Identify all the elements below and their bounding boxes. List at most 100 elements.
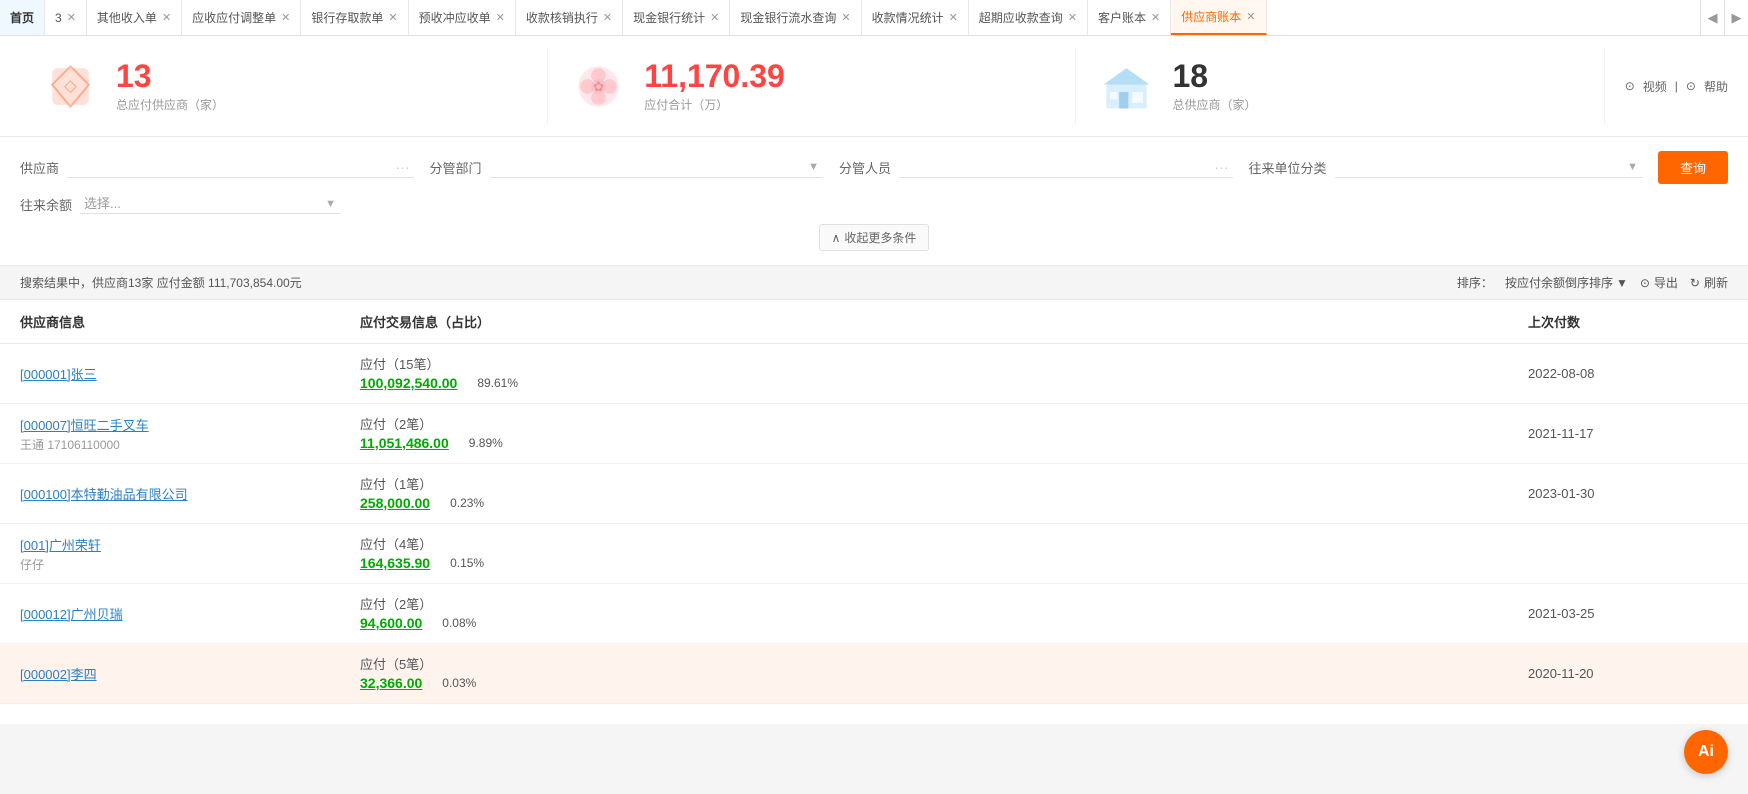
nav-tab-bank-deposit[interactable]: 银行存取款单 ✕	[301, 0, 408, 35]
cash-flow-close[interactable]: ✕	[841, 11, 850, 24]
trans-amount-2[interactable]: 258,000.00	[360, 495, 430, 511]
other-income-close[interactable]: ✕	[162, 11, 171, 24]
other-income-label: 其他收入单	[97, 9, 157, 26]
receipt-stat-close[interactable]: ✕	[949, 11, 958, 24]
table-row: [000100]本特勤油品有限公司 应付（1笔） 258,000.00 0.23…	[0, 464, 1748, 524]
header-transaction-label: 应付交易信息（占比）	[360, 315, 490, 330]
help-link[interactable]: 帮助	[1704, 78, 1728, 95]
nav-tab-home[interactable]: 首页	[0, 0, 45, 35]
lastpay-date-0: 2022-08-08	[1528, 366, 1595, 381]
tab3-label: 3	[55, 11, 62, 25]
stat-icon-store	[1096, 56, 1156, 116]
nav-tab-3[interactable]: 3 ✕	[45, 0, 87, 35]
header-supplier-label: 供应商信息	[20, 315, 85, 330]
trans-amount-4[interactable]: 94,600.00	[360, 615, 422, 631]
payment-verify-close[interactable]: ✕	[603, 11, 612, 24]
stat-icon-diamond: ◇	[40, 56, 100, 116]
table-row: [000002]李四 应付（5笔） 32,366.00 0.03% 2020-1…	[0, 644, 1748, 704]
result-text1: 搜索结果中，供应商13家	[20, 276, 153, 290]
filter-supplier: 供应商 ···	[20, 157, 414, 178]
supplier-link-2[interactable]: [000100]本特勤油品有限公司	[20, 484, 360, 503]
person-label: 分管人员	[839, 158, 891, 177]
category-select[interactable]	[1339, 160, 1628, 175]
bank-deposit-close[interactable]: ✕	[388, 11, 397, 24]
prepay-ar-label: 预收冲应收单	[419, 9, 491, 26]
export-button[interactable]: ⊙ 导出	[1640, 274, 1678, 291]
payment-verify-label: 收款核销执行	[526, 9, 598, 26]
collapse-label: 收起更多条件	[844, 229, 916, 246]
trans-amount-row-0: 100,092,540.00 89.61%	[360, 375, 1528, 391]
refresh-label: 刷新	[1704, 274, 1728, 291]
nav-prev-arrow[interactable]: ◀	[1700, 0, 1724, 36]
video-link[interactable]: 视频	[1643, 78, 1667, 95]
refresh-button[interactable]: ↻ 刷新	[1690, 274, 1728, 291]
cash-stat-label: 现金银行统计	[633, 9, 705, 26]
nav-tab-overdue-ar[interactable]: 超期应收款查询 ✕	[969, 0, 1088, 35]
supplier-dots-icon[interactable]: ···	[396, 159, 410, 175]
supplier-link-3[interactable]: [001]广州荣轩	[20, 535, 360, 554]
stat-number-payable: 13	[116, 60, 224, 92]
stat-block-total-suppliers: 18 总供应商（家）	[1076, 48, 1604, 124]
nav-tab-other-income[interactable]: 其他收入单 ✕	[87, 0, 182, 35]
stats-bar: ◇ 13 总应付供应商（家） ✿ 11,170.39 应付合计（万）	[0, 36, 1748, 137]
nav-tab-payment-verify[interactable]: 收款核销执行 ✕	[516, 0, 623, 35]
trans-amount-row-2: 258,000.00 0.23%	[360, 495, 1528, 511]
cash-stat-close[interactable]: ✕	[710, 11, 719, 24]
trans-row-2: 应付（1笔）	[360, 474, 1528, 493]
supplier-link-0[interactable]: [000001]张三	[20, 364, 360, 383]
supplier-link-1[interactable]: [000007]恒旺二手叉车	[20, 415, 360, 434]
supplier-link-4[interactable]: [000012]广州贝瑞	[20, 604, 360, 623]
customer-ledger-close[interactable]: ✕	[1151, 11, 1160, 24]
cell-lastpay-3	[1528, 534, 1728, 573]
nav-tab-cash-stat[interactable]: 现金银行统计 ✕	[623, 0, 730, 35]
table-row: [001]广州荣轩 仔仔 应付（4笔） 164,635.90 0.15%	[0, 524, 1748, 584]
dept-select[interactable]	[494, 160, 809, 175]
prepay-ar-close[interactable]: ✕	[496, 11, 505, 24]
nav-tab-customer-ledger[interactable]: 客户账本 ✕	[1088, 0, 1171, 35]
cell-lastpay-2: 2023-01-30	[1528, 474, 1728, 513]
sort-button[interactable]: 按应付余额倒序排序 ▼	[1505, 274, 1628, 291]
link-divider: |	[1675, 79, 1678, 93]
nav-tab-cash-flow[interactable]: 现金银行流水查询 ✕	[730, 0, 861, 35]
header-lastpay-label: 上次付数	[1528, 315, 1580, 330]
trans-row-5: 应付（5笔）	[360, 654, 1528, 673]
ar-ap-adjust-close[interactable]: ✕	[281, 11, 290, 24]
category-chevron-icon: ▼	[1627, 161, 1638, 173]
trans-amount-0[interactable]: 100,092,540.00	[360, 375, 457, 391]
nav-next-arrow[interactable]: ▶	[1724, 0, 1748, 36]
filter-category: 往来单位分类 ▼	[1249, 158, 1643, 178]
nav-tab-ar-ap-adjust[interactable]: 应收应付调整单 ✕	[182, 0, 301, 35]
supplier-input[interactable]	[71, 160, 395, 175]
top-right-links: ⊙ 视频 | ⊙ 帮助	[1605, 78, 1728, 95]
ai-button[interactable]: Ai	[1684, 730, 1728, 774]
trans-amount-3[interactable]: 164,635.90	[360, 555, 430, 571]
overdue-ar-close[interactable]: ✕	[1068, 11, 1077, 24]
dept-chevron-icon: ▼	[808, 161, 819, 173]
nav-tab-supplier-ledger[interactable]: 供应商账本 ✕	[1171, 0, 1266, 35]
cell-supplier-1: [000007]恒旺二手叉车 王通 17106110000	[20, 414, 360, 453]
stat-content-payable: 13 总应付供应商（家）	[116, 60, 224, 113]
collapse-button[interactable]: ∧ 收起更多条件	[819, 224, 930, 251]
tab3-close[interactable]: ✕	[67, 11, 76, 24]
trans-label-3: 应付（4笔）	[360, 534, 432, 553]
cell-supplier-0: [000001]张三	[20, 354, 360, 393]
trans-row-3: 应付（4笔）	[360, 534, 1528, 553]
supplier-link-5[interactable]: [000002]李四	[20, 664, 360, 683]
table-rows-container: [000001]张三 应付（15笔） 100,092,540.00 89.61%…	[0, 344, 1748, 704]
stat-block-payable-total: ✿ 11,170.39 应付合计（万）	[548, 48, 1076, 124]
person-input[interactable]	[903, 160, 1214, 175]
person-dots-icon[interactable]: ···	[1215, 159, 1229, 175]
balance-select[interactable]: 选择...	[84, 196, 325, 211]
trans-amount-1[interactable]: 11,051,486.00	[360, 435, 449, 451]
search-button[interactable]: 查询	[1658, 151, 1728, 184]
stat-label-payable-total: 应付合计（万）	[644, 96, 785, 113]
nav-tab-receipt-stat[interactable]: 收款情况统计 ✕	[862, 0, 969, 35]
svg-text:◇: ◇	[64, 77, 78, 95]
trans-amount-5[interactable]: 32,366.00	[360, 675, 422, 691]
table-row: [000012]广州贝瑞 应付（2笔） 94,600.00 0.08% 2021…	[0, 584, 1748, 644]
supplier-ledger-close[interactable]: ✕	[1246, 10, 1255, 23]
nav-tab-prepay-ar[interactable]: 预收冲应收单 ✕	[409, 0, 516, 35]
lastpay-date-4: 2021-03-25	[1528, 606, 1595, 621]
trans-label-1: 应付（2笔）	[360, 414, 432, 433]
cell-supplier-2: [000100]本特勤油品有限公司	[20, 474, 360, 513]
